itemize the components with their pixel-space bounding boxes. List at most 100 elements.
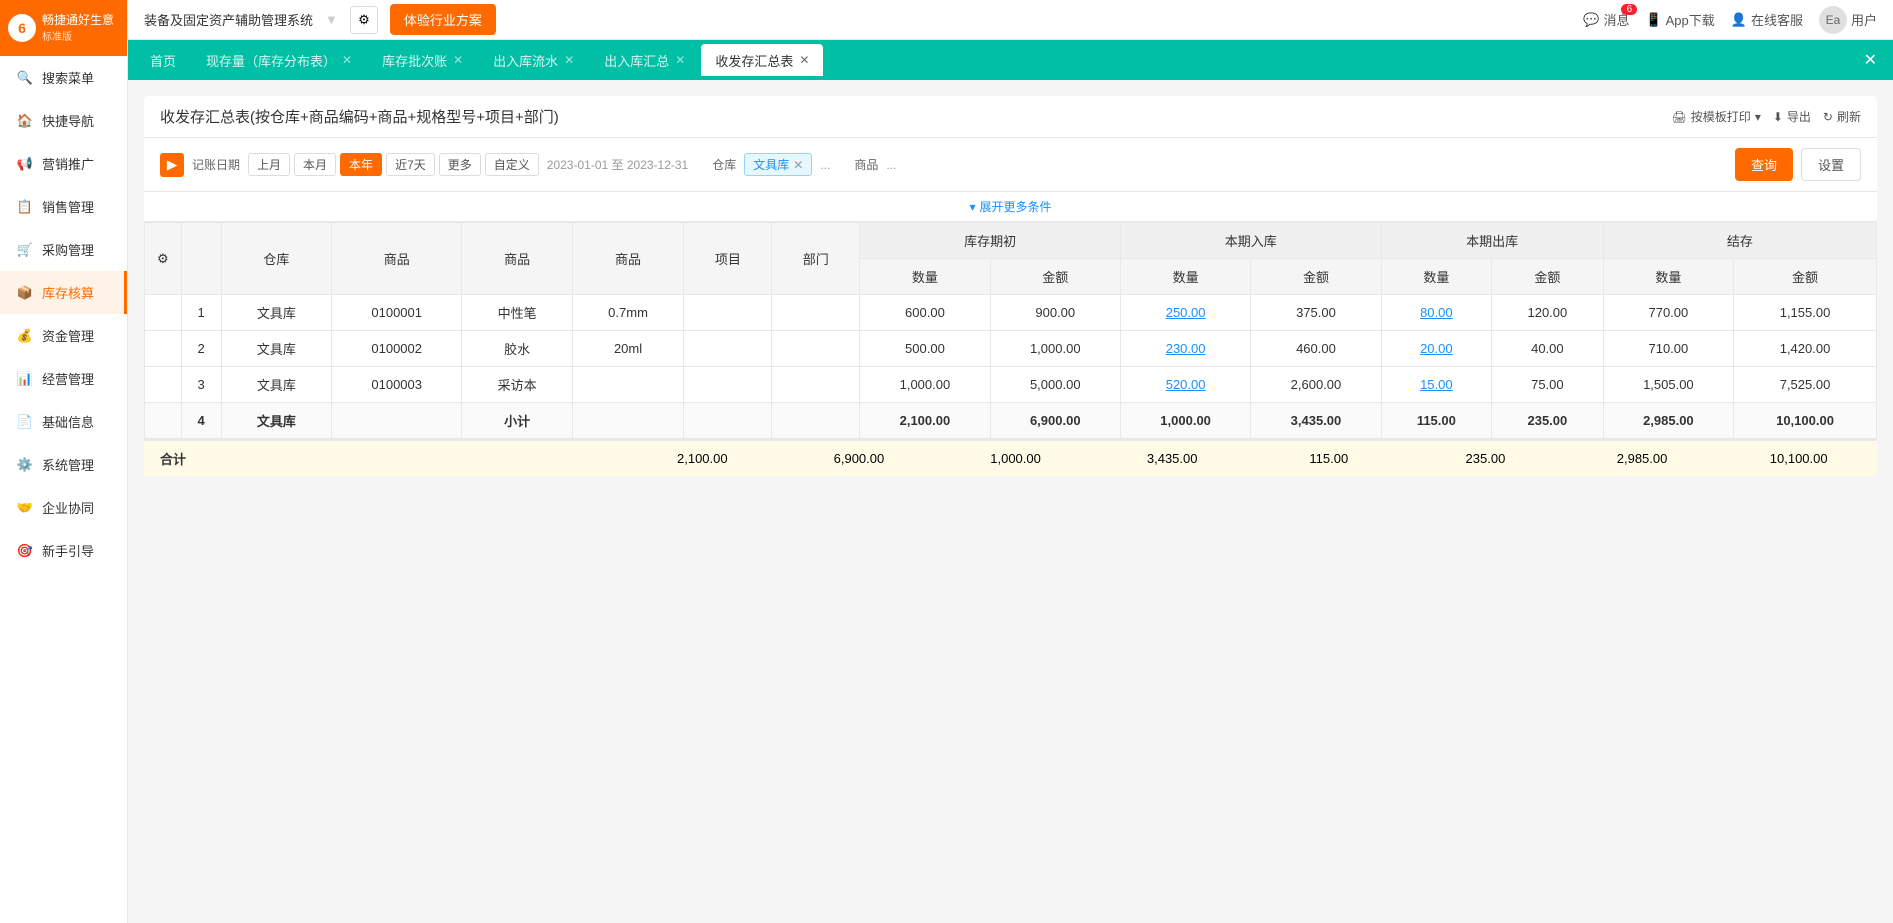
row-out-qty[interactable]: 80.00 (1381, 295, 1491, 331)
tab-close-icon[interactable]: ✕ (675, 53, 685, 67)
row-open-qty: 1,000.00 (860, 367, 990, 403)
sidebar-item-经营管理[interactable]: 📊经营管理 (0, 357, 127, 400)
row-out-qty: 115.00 (1381, 403, 1491, 439)
warehouse-more-button[interactable]: ... (820, 158, 830, 172)
header-left: 装备及固定资产辅助管理系统 ▼ ⚙ 体验行业方案 (144, 4, 496, 35)
trial-button[interactable]: 体验行业方案 (390, 4, 496, 35)
row-project (684, 295, 772, 331)
filter-settings-button[interactable]: 设置 (1801, 148, 1861, 181)
row-in-qty[interactable]: 250.00 (1120, 295, 1250, 331)
logo-icon: 6 (8, 14, 36, 42)
query-button[interactable]: 查询 (1735, 148, 1793, 181)
sidebar-item-基础信息[interactable]: 📄基础信息 (0, 400, 127, 443)
tab-出入库汇总[interactable]: 出入库汇总✕ (590, 44, 699, 76)
filter-toggle-button[interactable]: ▶ (160, 153, 184, 177)
date-7days-button[interactable]: 近7天 (386, 153, 435, 176)
refresh-button[interactable]: ↻ 刷新 (1823, 108, 1861, 125)
row-out-qty[interactable]: 15.00 (1381, 367, 1491, 403)
tab-库存批次账[interactable]: 库存批次账 ✕ (368, 44, 477, 76)
tab-现存量（库存分布表）[interactable]: 现存量（库存分布表） ✕ (192, 44, 366, 76)
message-action[interactable]: 💬 消息 6 (1583, 10, 1629, 29)
export-button[interactable]: ⬇ 导出 (1773, 108, 1811, 125)
sidebar-item-新手引导[interactable]: 🎯新手引导 (0, 529, 127, 572)
row-settings[interactable] (145, 403, 182, 439)
user-label: 用户 (1851, 10, 1877, 29)
sidebar-icon: 📄 (16, 413, 34, 431)
sidebar-item-采购管理[interactable]: 🛒采购管理 (0, 228, 127, 271)
row-open-qty: 600.00 (860, 295, 990, 331)
row-in-qty[interactable]: 230.00 (1120, 331, 1250, 367)
tab-close-icon[interactable]: ✕ (342, 53, 352, 67)
opening-col-header: 库存期初 (860, 223, 1121, 259)
settings-col-header[interactable]: ⚙ (145, 223, 182, 295)
message-badge: 6 (1621, 4, 1637, 15)
project-col-header: 项目 (684, 223, 772, 295)
user-action[interactable]: Ea 用户 (1819, 6, 1877, 34)
warehouse-tag-close[interactable]: ✕ (793, 158, 803, 172)
row-close-qty: 710.00 (1603, 331, 1733, 367)
row-out-amt: 120.00 (1492, 295, 1604, 331)
tab-close-icon[interactable]: ✕ (453, 53, 463, 67)
outbound-col-header: 本期出库 (1381, 223, 1603, 259)
row-out-amt: 40.00 (1492, 331, 1604, 367)
sidebar-item-库存核算[interactable]: 📦库存核算 (0, 271, 127, 314)
date-this-month-button[interactable]: 本月 (294, 153, 336, 176)
row-close-qty: 770.00 (1603, 295, 1733, 331)
row-settings[interactable] (145, 367, 182, 403)
table-row: 4 文具库 小计 2,100.00 6,900.00 1,000.00 3,43… (145, 403, 1877, 439)
row-close-amt: 1,155.00 (1734, 295, 1877, 331)
close-qty-header: 数量 (1603, 259, 1733, 295)
tab-close-icon[interactable]: ✕ (564, 53, 574, 67)
tab-收发存汇总表[interactable]: 收发存汇总表✕ (701, 44, 823, 76)
sidebar: 6 畅捷通好生意 标准版 🔍搜索菜单🏠快捷导航📢营销推广📋销售管理🛒采购管理📦库… (0, 0, 128, 923)
row-goods-spec (572, 403, 684, 439)
date-more-button[interactable]: 更多 (439, 153, 481, 176)
header-right: 💬 消息 6 📱 App下载 👤 在线客服 Ea 用户 (1583, 6, 1877, 34)
row-out-qty[interactable]: 20.00 (1381, 331, 1491, 367)
row-goods-name: 中性笔 (462, 295, 572, 331)
date-this-year-button[interactable]: 本年 (340, 153, 382, 176)
expand-conditions-button[interactable]: ▾ 展开更多条件 (969, 198, 1051, 215)
tab-首页[interactable]: 首页 (136, 44, 190, 76)
print-button[interactable]: 🖨 按模板打印 ▾ (1672, 108, 1761, 125)
export-label: 导出 (1787, 108, 1811, 125)
sidebar-item-营销推广[interactable]: 📢营销推广 (0, 142, 127, 185)
data-table-container: ⚙ 仓库 商品 商品 商品 项目 部门 库存期初 本期入库 本期出库 结存 (144, 222, 1877, 439)
row-goods-name: 小计 (462, 403, 572, 439)
sidebar-icon: 🛒 (16, 241, 34, 259)
index-col-header (181, 223, 221, 295)
tab-close-icon[interactable]: ✕ (799, 53, 809, 67)
sidebar-item-企业协同[interactable]: 🤝企业协同 (0, 486, 127, 529)
row-settings[interactable] (145, 331, 182, 367)
app-download-action[interactable]: 📱 App下载 (1645, 10, 1714, 29)
sidebar-item-搜索菜单[interactable]: 🔍搜索菜单 (0, 56, 127, 99)
closing-col-header: 结存 (1603, 223, 1876, 259)
footer-close-qty: 2,985.00 (1564, 451, 1721, 466)
tabbar-close-button[interactable]: ✕ (1856, 46, 1885, 74)
sidebar-item-label: 库存核算 (42, 283, 94, 302)
date-prev-month-button[interactable]: 上月 (248, 153, 290, 176)
refresh-label: 刷新 (1837, 108, 1861, 125)
tab-出入库流水[interactable]: 出入库流水✕ (479, 44, 588, 76)
sidebar-item-label: 快捷导航 (42, 111, 94, 130)
sidebar-item-系统管理[interactable]: ⚙️系统管理 (0, 443, 127, 486)
row-settings[interactable] (145, 295, 182, 331)
sidebar-item-快捷导航[interactable]: 🏠快捷导航 (0, 99, 127, 142)
row-in-qty[interactable]: 520.00 (1120, 367, 1250, 403)
gear-button[interactable]: ⚙ (350, 6, 378, 34)
tab-label: 现存量（库存分布表） (206, 51, 336, 70)
online-service-action[interactable]: 👤 在线客服 (1731, 10, 1803, 29)
sidebar-item-label: 新手引导 (42, 541, 94, 560)
date-custom-button[interactable]: 自定义 (485, 153, 539, 176)
row-project (684, 331, 772, 367)
goods-code-col-header: 商品 (332, 223, 462, 295)
footer-in-amt: 3,435.00 (1094, 451, 1251, 466)
goods-more-button[interactable]: ... (886, 158, 896, 172)
tab-label: 库存批次账 (382, 51, 447, 70)
sidebar-item-销售管理[interactable]: 📋销售管理 (0, 185, 127, 228)
in-amt-header: 金额 (1251, 259, 1381, 295)
date-buttons: 上月 本月 本年 近7天 更多 自定义 (248, 153, 539, 176)
date-filter-label: 记账日期 (192, 156, 240, 173)
sidebar-item-资金管理[interactable]: 💰资金管理 (0, 314, 127, 357)
row-in-amt: 3,435.00 (1251, 403, 1381, 439)
